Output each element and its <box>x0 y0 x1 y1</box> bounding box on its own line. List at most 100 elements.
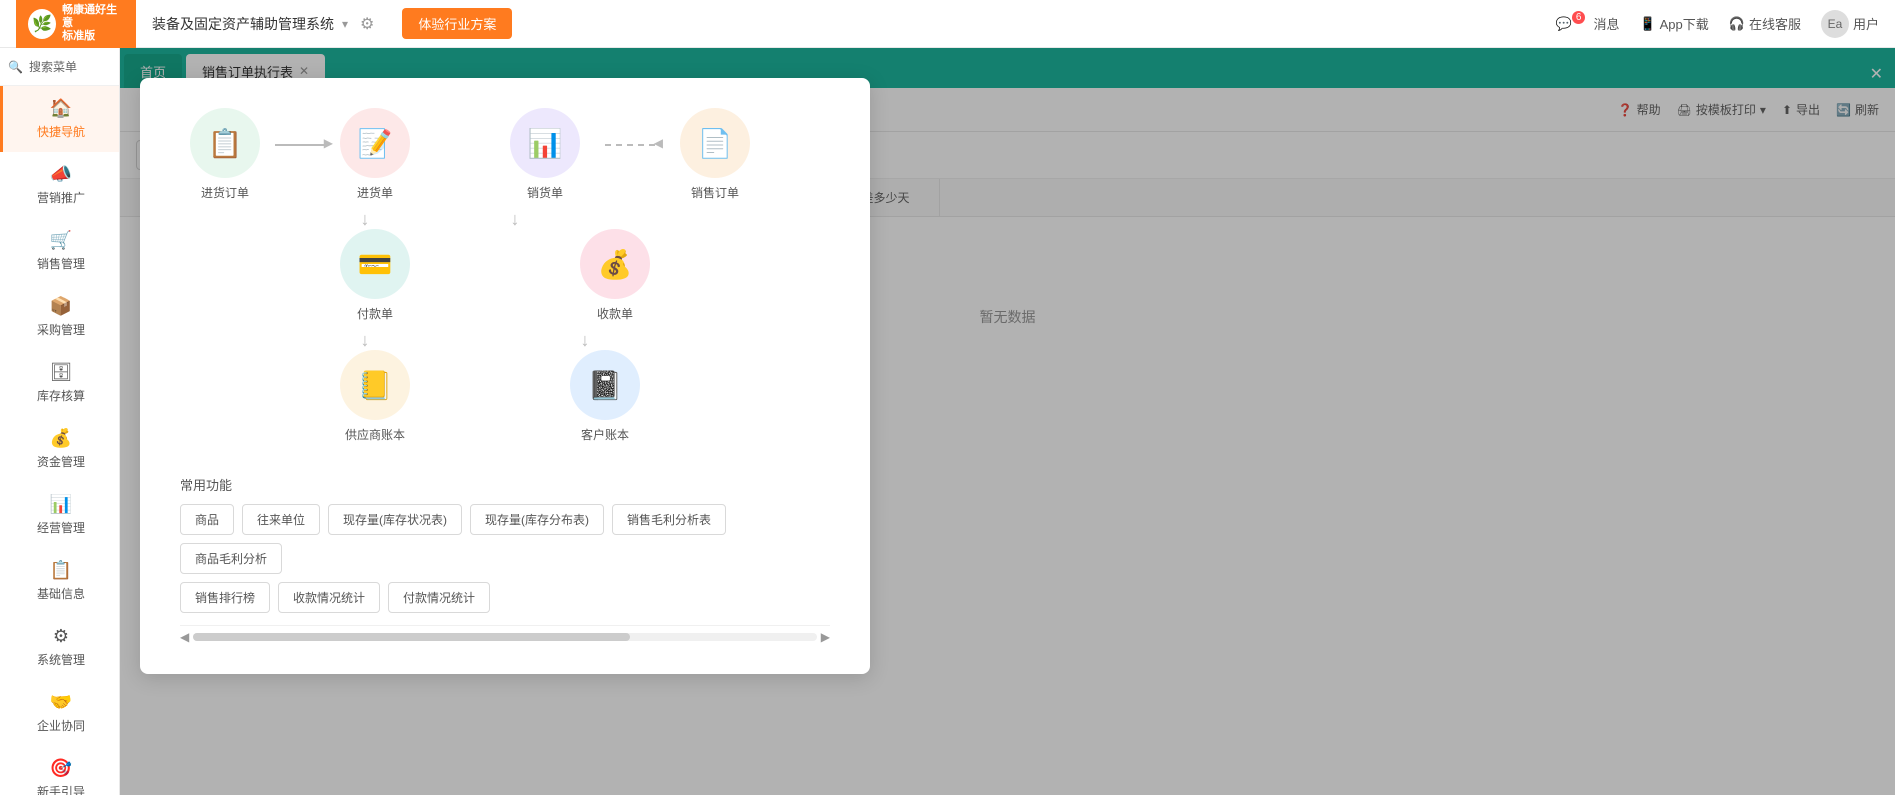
payment-icon: 💳 <box>358 248 393 281</box>
purchase-order-icon: 📋 <box>208 127 243 160</box>
sidebar-item-system[interactable]: ⚙ 系统管理 <box>0 614 119 680</box>
sidebar-label-purchase: 采购管理 <box>37 321 85 338</box>
logo-text-line1: 畅康通好生意 <box>62 4 124 30</box>
sidebar-item-basic[interactable]: 📋 基础信息 <box>0 548 119 614</box>
app-download-icon: 📱 <box>1639 16 1655 32</box>
cf-btn-stock-status[interactable]: 现存量(库存状况表) <box>328 504 462 535</box>
payment-label: 付款单 <box>357 305 393 322</box>
top-header: 🌿 畅康通好生意 标准版 装备及固定资产辅助管理系统 ▾ ⚙ 体验行业方案 💬 … <box>0 0 1895 48</box>
content-area: 首页 销售订单执行表 ✕ ✕ ❓ 帮助 🖨 按模板打印 ▾ ⬆ 导 <box>120 48 1895 795</box>
common-functions: 常用功能 商品 往来单位 现存量(库存状况表) 现存量(库存分布表) 销售毛利分… <box>180 475 830 613</box>
cf-btn-receipt-stats[interactable]: 收款情况统计 <box>278 582 380 613</box>
popup-overlay[interactable]: 📋 进货订单 📝 进货单 <box>120 48 1895 795</box>
logo-area: 🌿 畅康通好生意 标准版 <box>16 0 136 48</box>
main-layout: 🔍 搜索菜单 🏠 快捷导航 📣 营销推广 🛒 销售管理 📦 采购管理 🗄 库存核… <box>0 48 1895 795</box>
cf-btn-sales-rank[interactable]: 销售排行榜 <box>180 582 270 613</box>
dashed-line-1 <box>605 144 655 146</box>
user-name: 用户 <box>1853 14 1879 33</box>
sidebar-item-marketing[interactable]: 📣 营销推广 <box>0 152 119 218</box>
flow-node-customer[interactable]: 📓 客户账本 <box>560 350 650 443</box>
operations-icon: 📊 <box>50 494 72 515</box>
popup-scrollbar: ◀ ▶ <box>180 625 830 644</box>
arrow-po-to-pb <box>270 144 330 166</box>
vertical-arrows-row2: ↓ ↓ <box>180 330 830 350</box>
cf-title: 常用功能 <box>180 475 830 494</box>
marketing-icon: 📣 <box>50 164 72 185</box>
popup-card: 📋 进货订单 📝 进货单 <box>140 78 870 674</box>
receipt-circle: 💰 <box>580 229 650 299</box>
cf-buttons: 商品 往来单位 现存量(库存状况表) 现存量(库存分布表) 销售毛利分析表 商品… <box>180 504 830 574</box>
trial-button[interactable]: 体验行业方案 <box>402 8 512 39</box>
sidebar-label-operations: 经营管理 <box>37 519 85 536</box>
scroll-thumb <box>193 633 629 641</box>
payment-circle: 💳 <box>340 229 410 299</box>
solid-arrow-1 <box>275 144 325 146</box>
arrow-down-sb: ↓ <box>480 209 550 229</box>
newguide-icon: 🎯 <box>50 758 72 779</box>
purchase-bill-icon: 📝 <box>358 127 393 160</box>
home-icon: 🏠 <box>50 98 72 119</box>
search-menu-label: 搜索菜单 <box>29 58 77 75</box>
flow-row-1: 📋 进货订单 📝 进货单 <box>180 108 830 201</box>
purchase-icon: 📦 <box>50 296 72 317</box>
logo-text-line2: 标准版 <box>62 30 124 43</box>
customer-circle: 📓 <box>570 350 640 420</box>
system-title-area: 装备及固定资产辅助管理系统 ▾ ⚙ <box>136 14 390 34</box>
purchase-order-label: 进货订单 <box>201 184 249 201</box>
supplier-circle: 📒 <box>340 350 410 420</box>
online-service-button[interactable]: 🎧 在线客服 <box>1729 14 1801 33</box>
sidebar-item-quick-guide[interactable]: 🏠 快捷导航 <box>0 86 119 152</box>
cf-btn-goods[interactable]: 商品 <box>180 504 234 535</box>
flow-node-payment[interactable]: 💳 付款单 <box>330 229 420 322</box>
message-button[interactable]: 💬 6 消息 <box>1556 14 1620 33</box>
sidebar-label-inventory: 库存核算 <box>37 387 85 404</box>
header-right: 💬 6 消息 📱 App下载 🎧 在线客服 Ea 用户 <box>1556 10 1879 38</box>
v-spacer-2 <box>270 209 330 229</box>
arrow-down-pb: ↓ <box>330 209 400 229</box>
flow-node-supplier[interactable]: 📒 供应商账本 <box>330 350 420 443</box>
sidebar-item-inventory[interactable]: 🗄 库存核算 <box>0 350 119 416</box>
purchase-bill-label: 进货单 <box>357 184 393 201</box>
cf-btn-sales-margin[interactable]: 销售毛利分析表 <box>612 504 726 535</box>
finance-icon: 💰 <box>50 428 72 449</box>
flow-node-purchase-bill[interactable]: 📝 进货单 <box>330 108 420 201</box>
gear-icon[interactable]: ⚙ <box>360 14 374 34</box>
sidebar-label-system: 系统管理 <box>37 651 85 668</box>
sales-order-label: 销售订单 <box>691 184 739 201</box>
receipt-label: 收款单 <box>597 305 633 322</box>
sidebar-item-purchase[interactable]: 📦 采购管理 <box>0 284 119 350</box>
v-spacer-3 <box>400 209 480 229</box>
message-icon: 💬 <box>1556 16 1572 32</box>
sidebar-label-quick: 快捷导航 <box>37 123 85 140</box>
sidebar: 🔍 搜索菜单 🏠 快捷导航 📣 营销推广 🛒 销售管理 📦 采购管理 🗄 库存核… <box>0 48 120 795</box>
sidebar-item-operations[interactable]: 📊 经营管理 <box>0 482 119 548</box>
sidebar-item-finance[interactable]: 💰 资金管理 <box>0 416 119 482</box>
arrow-down-receipt: ↓ <box>550 330 620 350</box>
sidebar-item-sales[interactable]: 🛒 销售管理 <box>0 218 119 284</box>
cf-btn-goods-margin[interactable]: 商品毛利分析 <box>180 543 282 574</box>
search-menu-item[interactable]: 🔍 搜索菜单 <box>0 48 119 86</box>
sidebar-item-enterprise[interactable]: 🤝 企业协同 <box>0 680 119 746</box>
sales-order-icon: 📄 <box>698 127 733 160</box>
cf-btn-stock-dist[interactable]: 现存量(库存分布表) <box>470 504 604 535</box>
scroll-left-icon[interactable]: ◀ <box>180 630 189 644</box>
user-area[interactable]: Ea 用户 <box>1821 10 1879 38</box>
scroll-right-icon[interactable]: ▶ <box>821 630 830 644</box>
purchase-order-circle: 📋 <box>190 108 260 178</box>
flow-node-sales-bill[interactable]: 📊 销货单 <box>500 108 590 201</box>
system-dropdown-arrow[interactable]: ▾ <box>342 17 348 31</box>
inventory-icon: 🗄 <box>50 362 73 383</box>
app-download-label: App下载 <box>1660 14 1709 33</box>
sidebar-label-marketing: 营销推广 <box>37 189 85 206</box>
cf-btn-payment-stats[interactable]: 付款情况统计 <box>388 582 490 613</box>
search-icon: 🔍 <box>8 60 23 74</box>
cf-btn-partners[interactable]: 往来单位 <box>242 504 320 535</box>
flow-node-sales-order[interactable]: 📄 销售订单 <box>670 108 760 201</box>
flow-node-purchase-order[interactable]: 📋 进货订单 <box>180 108 270 201</box>
scroll-track[interactable] <box>193 633 817 641</box>
sidebar-item-newguide[interactable]: 🎯 新手引导 <box>0 746 119 795</box>
flow-diagram: 📋 进货订单 📝 进货单 <box>180 108 830 451</box>
v2-spacer-2 <box>400 330 550 350</box>
app-download-button[interactable]: 📱 App下载 <box>1639 14 1708 33</box>
flow-node-receipt[interactable]: 💰 收款单 <box>570 229 660 322</box>
